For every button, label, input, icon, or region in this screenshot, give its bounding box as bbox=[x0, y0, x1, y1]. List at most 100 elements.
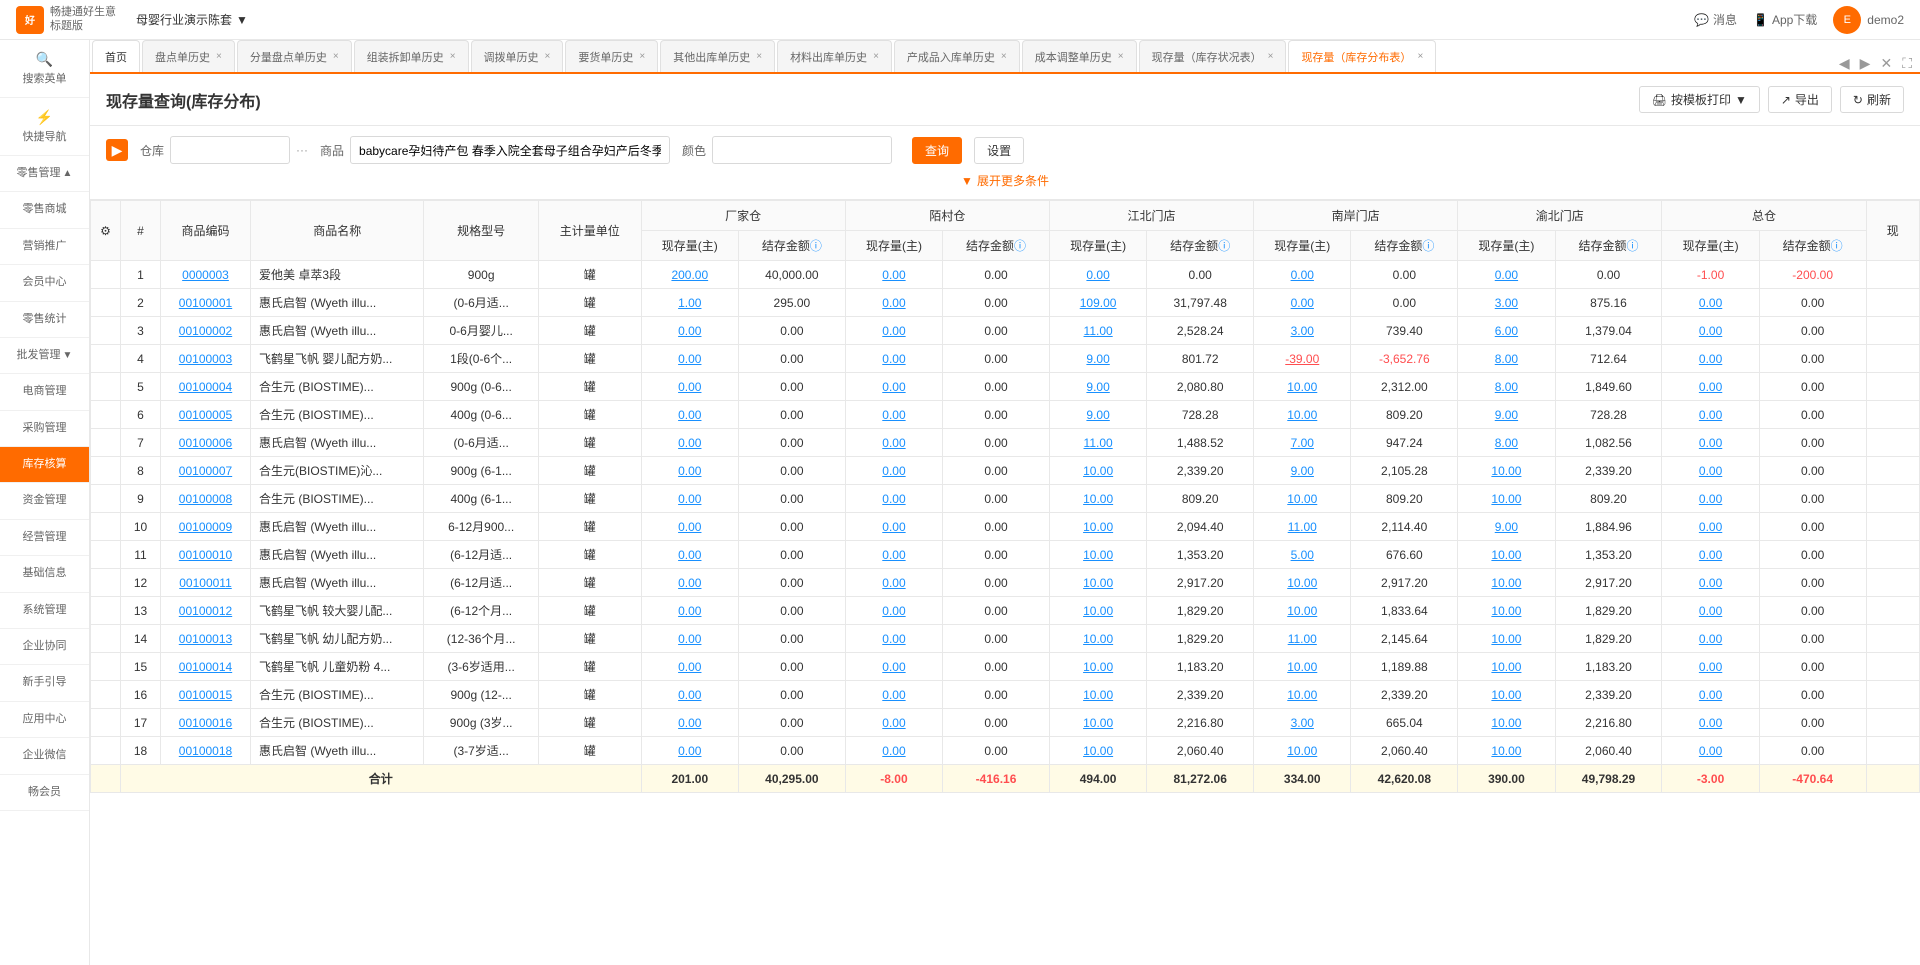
nanan-qty-link[interactable]: 10.00 bbox=[1287, 576, 1317, 590]
query-btn[interactable]: 查询 bbox=[912, 137, 962, 164]
code-link[interactable]: 00100004 bbox=[179, 380, 232, 394]
tab-close-other-outbound[interactable]: × bbox=[756, 51, 762, 62]
yubei-qty-link[interactable]: 8.00 bbox=[1495, 352, 1518, 366]
tab-other-outbound[interactable]: 其他出库单历史 × bbox=[660, 40, 775, 72]
tab-material-out[interactable]: 材料出库单历史 × bbox=[777, 40, 892, 72]
sidebar-item-quicknav[interactable]: ⚡ 快捷导航 bbox=[0, 98, 89, 156]
code-link[interactable]: 0000003 bbox=[182, 268, 229, 282]
sidebar-item-retail-mall[interactable]: 零售商城 bbox=[0, 192, 89, 228]
code-link[interactable]: 00100010 bbox=[179, 548, 232, 562]
tab-prev-btn[interactable]: ◀ bbox=[1835, 55, 1854, 72]
jiangbei-qty-link[interactable]: 10.00 bbox=[1083, 660, 1113, 674]
nanan-qty-link[interactable]: 7.00 bbox=[1291, 436, 1314, 450]
jiangbei-qty-link[interactable]: 10.00 bbox=[1083, 744, 1113, 758]
total-qty-link[interactable]: 0.00 bbox=[1699, 492, 1722, 506]
chanjia-qty-link[interactable]: 0.00 bbox=[678, 492, 701, 506]
yubei-qty-link[interactable]: 0.00 bbox=[1495, 268, 1518, 282]
mocun-qty-link[interactable]: 0.00 bbox=[882, 576, 905, 590]
total-qty-link[interactable]: 0.00 bbox=[1699, 352, 1722, 366]
code-link[interactable]: 00100001 bbox=[179, 296, 232, 310]
tab-requisition[interactable]: 要货单历史 × bbox=[565, 40, 658, 72]
nanan-qty-link[interactable]: 10.00 bbox=[1287, 604, 1317, 618]
total-qty-link[interactable]: 0.00 bbox=[1699, 548, 1722, 562]
code-link[interactable]: 00100018 bbox=[179, 744, 232, 758]
jiangbei-qty-link[interactable]: 10.00 bbox=[1083, 464, 1113, 478]
tab-close-all-btn[interactable]: ✕ bbox=[1876, 55, 1896, 72]
nanan-qty-link[interactable]: 11.00 bbox=[1288, 520, 1317, 534]
code-link[interactable]: 00100007 bbox=[179, 464, 232, 478]
tab-finished-in[interactable]: 产成品入库单历史 × bbox=[894, 40, 1020, 72]
yubei-qty-link[interactable]: 8.00 bbox=[1495, 436, 1518, 450]
message-btn[interactable]: 💬 消息 bbox=[1694, 11, 1737, 28]
total-qty-link[interactable]: 0.00 bbox=[1699, 380, 1722, 394]
yubei-qty-link[interactable]: 10.00 bbox=[1491, 604, 1521, 618]
mocun-qty-link[interactable]: 0.00 bbox=[882, 408, 905, 422]
yubei-qty-link[interactable]: 10.00 bbox=[1491, 744, 1521, 758]
export-btn[interactable]: ↗ 导出 bbox=[1768, 86, 1832, 113]
tab-transfer[interactable]: 调拨单历史 × bbox=[471, 40, 564, 72]
nanan-qty-link[interactable]: 3.00 bbox=[1291, 716, 1314, 730]
sidebar-item-wholesale[interactable]: 批发管理 ▼ bbox=[0, 338, 89, 374]
sidebar-item-marketing[interactable]: 营销推广 bbox=[0, 229, 89, 265]
nanan-qty-link[interactable]: 3.00 bbox=[1291, 324, 1314, 338]
sidebar-item-retail-stats[interactable]: 零售统计 bbox=[0, 302, 89, 338]
tab-close-stocktake[interactable]: × bbox=[216, 51, 222, 62]
refresh-btn[interactable]: ↻ 刷新 bbox=[1840, 86, 1904, 113]
jiangbei-qty-link[interactable]: 10.00 bbox=[1083, 688, 1113, 702]
chanjia-qty-link[interactable]: 0.00 bbox=[678, 604, 701, 618]
sidebar-item-member[interactable]: 会员中心 bbox=[0, 265, 89, 301]
mocun-qty-link[interactable]: 0.00 bbox=[882, 464, 905, 478]
mocun-qty-link[interactable]: 0.00 bbox=[882, 716, 905, 730]
code-link[interactable]: 00100013 bbox=[179, 632, 232, 646]
mocun-qty-link[interactable]: 0.00 bbox=[882, 352, 905, 366]
yubei-qty-link[interactable]: 10.00 bbox=[1491, 660, 1521, 674]
jiangbei-qty-link[interactable]: 10.00 bbox=[1083, 548, 1113, 562]
sidebar-item-basic-info[interactable]: 基础信息 bbox=[0, 556, 89, 592]
total-qty-link[interactable]: 0.00 bbox=[1699, 576, 1722, 590]
jiangbei-qty-link[interactable]: 10.00 bbox=[1083, 632, 1113, 646]
chanjia-qty-link[interactable]: 0.00 bbox=[678, 380, 701, 394]
mocun-qty-link[interactable]: 0.00 bbox=[882, 688, 905, 702]
chanjia-qty-link[interactable]: 0.00 bbox=[678, 324, 701, 338]
total-qty-link[interactable]: 0.00 bbox=[1699, 744, 1722, 758]
mocun-qty-link[interactable]: 0.00 bbox=[882, 492, 905, 506]
tab-home[interactable]: 首页 bbox=[92, 40, 140, 72]
jiangbei-qty-link[interactable]: 0.00 bbox=[1086, 268, 1109, 282]
jiangbei-qty-link[interactable]: 10.00 bbox=[1083, 492, 1113, 506]
mocun-qty-link[interactable]: 0.00 bbox=[882, 660, 905, 674]
print-btn[interactable]: 🖨 按模板打印 ▼ bbox=[1639, 86, 1760, 113]
nanan-qty-link[interactable]: 10.00 bbox=[1287, 492, 1317, 506]
sidebar-item-finance[interactable]: 资金管理 bbox=[0, 483, 89, 519]
nanan-qty-link[interactable]: 10.00 bbox=[1287, 380, 1317, 394]
mocun-qty-link[interactable]: 0.00 bbox=[882, 632, 905, 646]
mocun-qty-link[interactable]: 0.00 bbox=[882, 604, 905, 618]
yubei-qty-link[interactable]: 10.00 bbox=[1491, 688, 1521, 702]
sidebar-item-inventory[interactable]: 库存核算 bbox=[0, 447, 89, 483]
expand-more-conditions[interactable]: ▼ 展开更多条件 bbox=[961, 172, 1049, 189]
yubei-qty-link[interactable]: 6.00 bbox=[1495, 324, 1518, 338]
tab-assembly[interactable]: 组装拆卸单历史 × bbox=[354, 40, 469, 72]
mocun-qty-link[interactable]: 0.00 bbox=[882, 296, 905, 310]
code-link[interactable]: 00100016 bbox=[179, 716, 232, 730]
tab-close-stock-status[interactable]: × bbox=[1268, 51, 1274, 62]
sidebar-item-beginner[interactable]: 新手引导 bbox=[0, 665, 89, 701]
warehouse-input[interactable] bbox=[170, 136, 290, 164]
sidebar-item-operations[interactable]: 经营管理 bbox=[0, 520, 89, 556]
chanjia-qty-link[interactable]: 0.00 bbox=[678, 660, 701, 674]
mocun-qty-link[interactable]: 0.00 bbox=[882, 436, 905, 450]
chanjia-qty-link[interactable]: 200.00 bbox=[671, 268, 708, 282]
chanjia-qty-link[interactable]: 0.00 bbox=[678, 464, 701, 478]
nanan-qty-link[interactable]: -39.00 bbox=[1285, 352, 1319, 366]
yubei-qty-link[interactable]: 10.00 bbox=[1491, 464, 1521, 478]
app-download-btn[interactable]: 📱 App下载 bbox=[1753, 11, 1817, 28]
chanjia-qty-link[interactable]: 0.00 bbox=[678, 408, 701, 422]
total-qty-link[interactable]: 0.00 bbox=[1699, 464, 1722, 478]
tab-close-stock-dist[interactable]: × bbox=[1417, 51, 1423, 62]
nanan-qty-link[interactable]: 10.00 bbox=[1287, 660, 1317, 674]
total-qty-link[interactable]: 0.00 bbox=[1699, 520, 1722, 534]
sidebar-item-app-center[interactable]: 应用中心 bbox=[0, 702, 89, 738]
sidebar-item-retail-mgmt[interactable]: 零售管理 ▲ bbox=[0, 156, 89, 192]
mocun-qty-link[interactable]: 0.00 bbox=[882, 380, 905, 394]
chanjia-qty-link[interactable]: 0.00 bbox=[678, 576, 701, 590]
total-qty-link[interactable]: 0.00 bbox=[1699, 296, 1722, 310]
